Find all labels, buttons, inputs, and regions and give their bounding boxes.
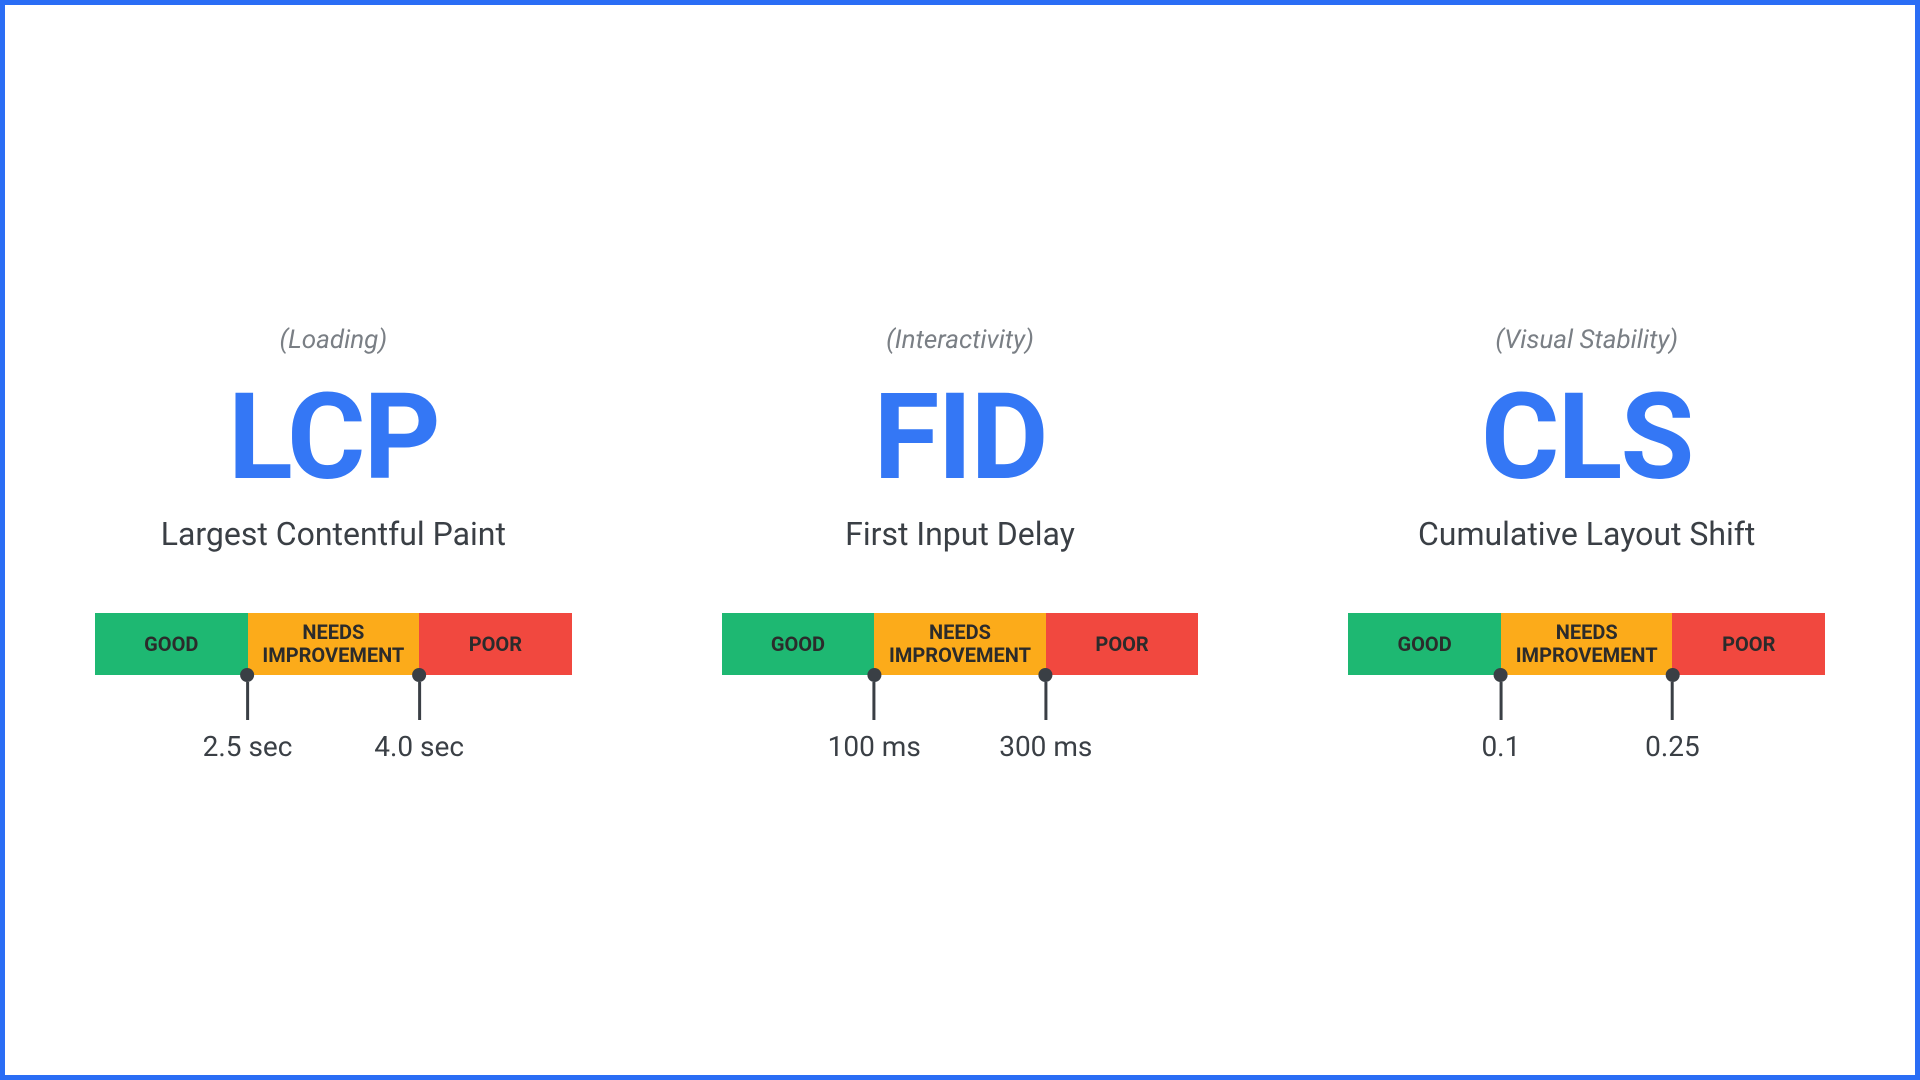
threshold-label: 2.5 sec — [203, 730, 293, 763]
metric-cls: (Visual Stability) CLS Cumulative Layout… — [1348, 325, 1825, 755]
tick-stem-icon — [246, 682, 249, 720]
metric-cls-category: (Visual Stability) — [1495, 325, 1678, 355]
metric-fid-category: (Interactivity) — [886, 325, 1034, 355]
scale-segment-needs-improvement: NEEDS IMPROVEMENT — [248, 613, 420, 675]
metric-lcp-scale: GOOD NEEDS IMPROVEMENT POOR 2.5 sec 4.0 … — [95, 613, 572, 755]
metric-fid-ticks: 100 ms 300 ms — [722, 675, 1199, 755]
metric-cls-scale: GOOD NEEDS IMPROVEMENT POOR 0.1 0.25 — [1348, 613, 1825, 755]
tick-stem-icon — [1499, 682, 1502, 720]
scale-segment-good: GOOD — [1348, 613, 1501, 675]
metric-fid-bar: GOOD NEEDS IMPROVEMENT POOR — [722, 613, 1199, 675]
scale-segment-needs-improvement: NEEDS IMPROVEMENT — [1501, 613, 1673, 675]
tick-dot-icon — [867, 668, 881, 682]
threshold-marker-good-to-needs: 2.5 sec — [203, 675, 293, 763]
threshold-marker-needs-to-poor: 0.25 — [1645, 675, 1700, 763]
scale-segment-good: GOOD — [722, 613, 875, 675]
scale-segment-poor: POOR — [1046, 613, 1199, 675]
metric-cls-ticks: 0.1 0.25 — [1348, 675, 1825, 755]
tick-dot-icon — [241, 668, 255, 682]
scale-segment-poor: POOR — [419, 613, 572, 675]
threshold-marker-needs-to-poor: 300 ms — [999, 675, 1092, 763]
metric-lcp-acronym: LCP — [228, 375, 439, 501]
threshold-marker-good-to-needs: 0.1 — [1481, 675, 1520, 763]
metric-cls-acronym: CLS — [1481, 375, 1692, 501]
tick-stem-icon — [418, 682, 421, 720]
threshold-label: 100 ms — [828, 730, 921, 763]
metric-fid-acronym: FID — [874, 375, 1047, 501]
core-web-vitals-row: (Loading) LCP Largest Contentful Paint G… — [5, 325, 1915, 755]
metric-lcp-ticks: 2.5 sec 4.0 sec — [95, 675, 572, 755]
metric-lcp-fullname: Largest Contentful Paint — [161, 515, 506, 553]
threshold-label: 300 ms — [999, 730, 1092, 763]
scale-segment-poor: POOR — [1672, 613, 1825, 675]
threshold-marker-good-to-needs: 100 ms — [828, 675, 921, 763]
metric-fid-fullname: First Input Delay — [845, 515, 1075, 553]
metric-lcp: (Loading) LCP Largest Contentful Paint G… — [95, 325, 572, 755]
scale-segment-needs-improvement: NEEDS IMPROVEMENT — [874, 613, 1046, 675]
metric-fid-scale: GOOD NEEDS IMPROVEMENT POOR 100 ms 300 m… — [722, 613, 1199, 755]
threshold-marker-needs-to-poor: 4.0 sec — [374, 675, 464, 763]
tick-stem-icon — [1671, 682, 1674, 720]
tick-dot-icon — [1039, 668, 1053, 682]
tick-stem-icon — [873, 682, 876, 720]
metric-cls-bar: GOOD NEEDS IMPROVEMENT POOR — [1348, 613, 1825, 675]
tick-dot-icon — [1494, 668, 1508, 682]
threshold-label: 0.25 — [1645, 730, 1700, 763]
scale-segment-good: GOOD — [95, 613, 248, 675]
tick-stem-icon — [1044, 682, 1047, 720]
threshold-label: 4.0 sec — [374, 730, 464, 763]
threshold-label: 0.1 — [1481, 730, 1520, 763]
tick-dot-icon — [1665, 668, 1679, 682]
tick-dot-icon — [412, 668, 426, 682]
metric-lcp-category: (Loading) — [280, 325, 388, 355]
metric-fid: (Interactivity) FID First Input Delay GO… — [722, 325, 1199, 755]
metric-lcp-bar: GOOD NEEDS IMPROVEMENT POOR — [95, 613, 572, 675]
metric-cls-fullname: Cumulative Layout Shift — [1418, 515, 1755, 553]
